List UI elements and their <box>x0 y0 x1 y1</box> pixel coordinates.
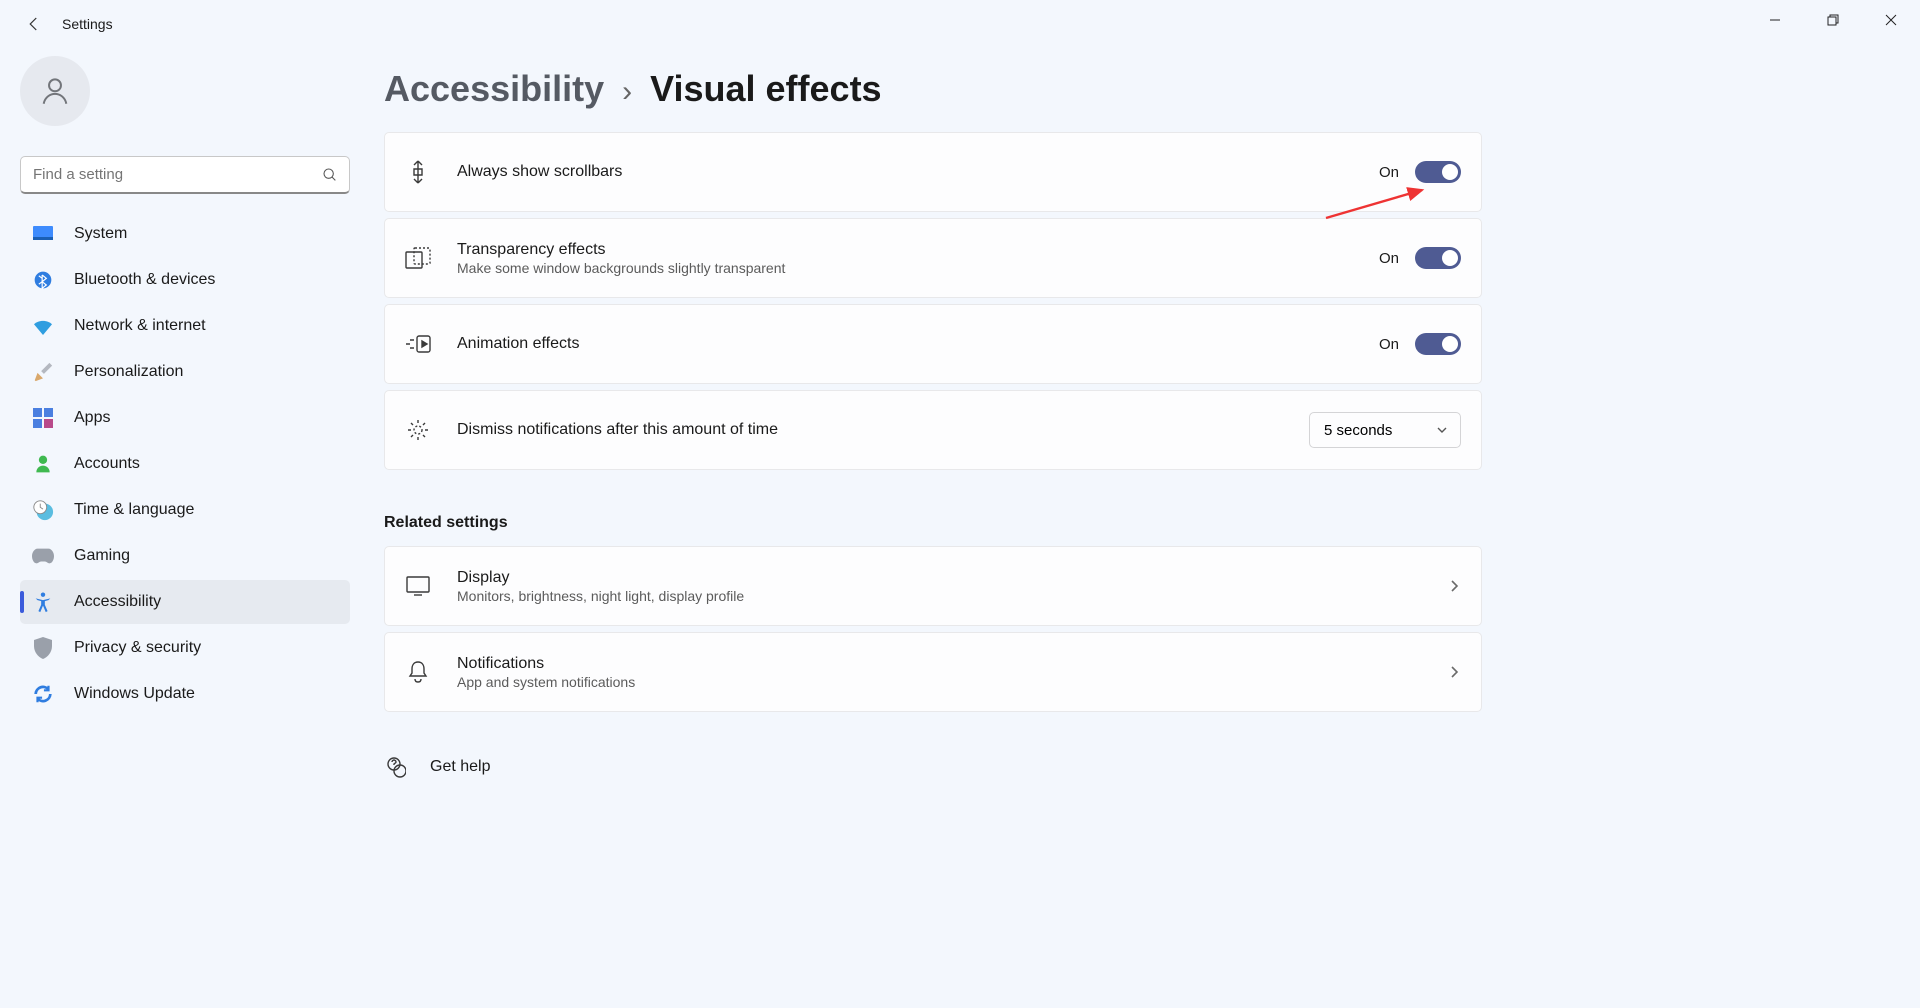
nav-label: Apps <box>74 409 110 427</box>
paintbrush-icon <box>32 361 54 383</box>
brightness-icon <box>405 418 431 442</box>
nav-label: Network & internet <box>74 317 206 335</box>
related-display[interactable]: Display Monitors, brightness, night ligh… <box>384 546 1482 626</box>
setting-title: Dismiss notifications after this amount … <box>457 421 1309 439</box>
setting-title: Transparency effects <box>457 241 1379 259</box>
nav-label: Gaming <box>74 547 130 565</box>
setting-title: Always show scrollbars <box>457 163 1379 181</box>
transparency-toggle[interactable] <box>1415 247 1461 269</box>
setting-subtitle: Make some window backgrounds slightly tr… <box>457 260 1379 276</box>
minimize-icon <box>1769 14 1781 26</box>
scrollbars-toggle[interactable] <box>1415 161 1461 183</box>
animation-icon <box>405 335 431 353</box>
animation-toggle[interactable] <box>1415 333 1461 355</box>
chevron-right-icon: › <box>622 75 632 109</box>
setting-transparency: Transparency effects Make some window ba… <box>384 218 1482 298</box>
help-icon <box>386 756 406 778</box>
nav-item-accounts[interactable]: Accounts <box>20 442 350 486</box>
chevron-down-icon <box>1436 424 1448 436</box>
dismiss-time-dropdown[interactable]: 5 seconds <box>1309 412 1461 448</box>
setting-dismiss-time: Dismiss notifications after this amount … <box>384 390 1482 470</box>
bell-icon <box>405 660 431 684</box>
nav-item-bluetooth[interactable]: Bluetooth & devices <box>20 258 350 302</box>
display-icon <box>405 576 431 596</box>
back-button[interactable] <box>14 4 54 44</box>
page-title: Visual effects <box>650 68 881 110</box>
transparency-icon <box>405 247 431 269</box>
gamepad-icon <box>32 545 54 567</box>
nav-item-personalization[interactable]: Personalization <box>20 350 350 394</box>
update-icon <box>32 683 54 705</box>
nav-label: System <box>74 225 127 243</box>
related-heading: Related settings <box>384 514 1890 532</box>
dropdown-value: 5 seconds <box>1324 422 1392 439</box>
toggle-state: On <box>1379 336 1399 353</box>
get-help-link[interactable]: Get help <box>384 756 1890 778</box>
search-input[interactable] <box>20 156 350 194</box>
window-controls <box>1746 0 1920 40</box>
nav-label: Time & language <box>74 501 194 519</box>
setting-title: Animation effects <box>457 335 1379 353</box>
nav-label: Accounts <box>74 455 140 473</box>
clock-globe-icon <box>32 499 54 521</box>
wifi-icon <box>32 315 54 337</box>
bluetooth-icon <box>32 269 54 291</box>
person-icon <box>38 74 72 108</box>
nav-item-network[interactable]: Network & internet <box>20 304 350 348</box>
related-title: Notifications <box>457 655 1447 673</box>
setting-animation: Animation effects On <box>384 304 1482 384</box>
arrow-left-icon <box>25 15 43 33</box>
chevron-right-icon <box>1447 665 1461 679</box>
chevron-right-icon <box>1447 579 1461 593</box>
shield-icon <box>32 637 54 659</box>
nav-item-system[interactable]: System <box>20 212 350 256</box>
close-button[interactable] <box>1862 0 1920 40</box>
nav: System Bluetooth & devices Network & int… <box>20 212 350 716</box>
minimize-button[interactable] <box>1746 0 1804 40</box>
nav-label: Personalization <box>74 363 183 381</box>
nav-item-apps[interactable]: Apps <box>20 396 350 440</box>
nav-label: Privacy & security <box>74 639 201 657</box>
related-subtitle: Monitors, brightness, night light, displ… <box>457 588 1447 604</box>
accounts-icon <box>32 453 54 475</box>
scrollbar-icon <box>405 159 431 185</box>
breadcrumb: Accessibility › Visual effects <box>384 68 1890 110</box>
nav-item-gaming[interactable]: Gaming <box>20 534 350 578</box>
nav-label: Windows Update <box>74 685 195 703</box>
apps-icon <box>32 407 54 429</box>
maximize-icon <box>1827 14 1839 26</box>
related-subtitle: App and system notifications <box>457 674 1447 690</box>
nav-item-privacy[interactable]: Privacy & security <box>20 626 350 670</box>
help-label: Get help <box>430 758 490 776</box>
nav-item-update[interactable]: Windows Update <box>20 672 350 716</box>
sidebar: System Bluetooth & devices Network & int… <box>0 48 370 1008</box>
search-icon <box>322 167 338 183</box>
search-field[interactable] <box>20 156 350 194</box>
toggle-state: On <box>1379 250 1399 267</box>
avatar[interactable] <box>20 56 90 126</box>
main-content: Accessibility › Visual effects Always sh… <box>370 48 1920 1008</box>
nav-item-accessibility[interactable]: Accessibility <box>20 580 350 624</box>
breadcrumb-parent[interactable]: Accessibility <box>384 68 604 110</box>
nav-item-time[interactable]: Time & language <box>20 488 350 532</box>
related-title: Display <box>457 569 1447 587</box>
close-icon <box>1885 14 1897 26</box>
nav-label: Bluetooth & devices <box>74 271 215 289</box>
maximize-button[interactable] <box>1804 0 1862 40</box>
nav-label: Accessibility <box>74 593 161 611</box>
related-notifications[interactable]: Notifications App and system notificatio… <box>384 632 1482 712</box>
window-title: Settings <box>62 16 113 32</box>
titlebar: Settings <box>0 0 1920 48</box>
accessibility-icon <box>32 591 54 613</box>
setting-scrollbars: Always show scrollbars On <box>384 132 1482 212</box>
system-icon <box>32 223 54 245</box>
toggle-state: On <box>1379 164 1399 181</box>
